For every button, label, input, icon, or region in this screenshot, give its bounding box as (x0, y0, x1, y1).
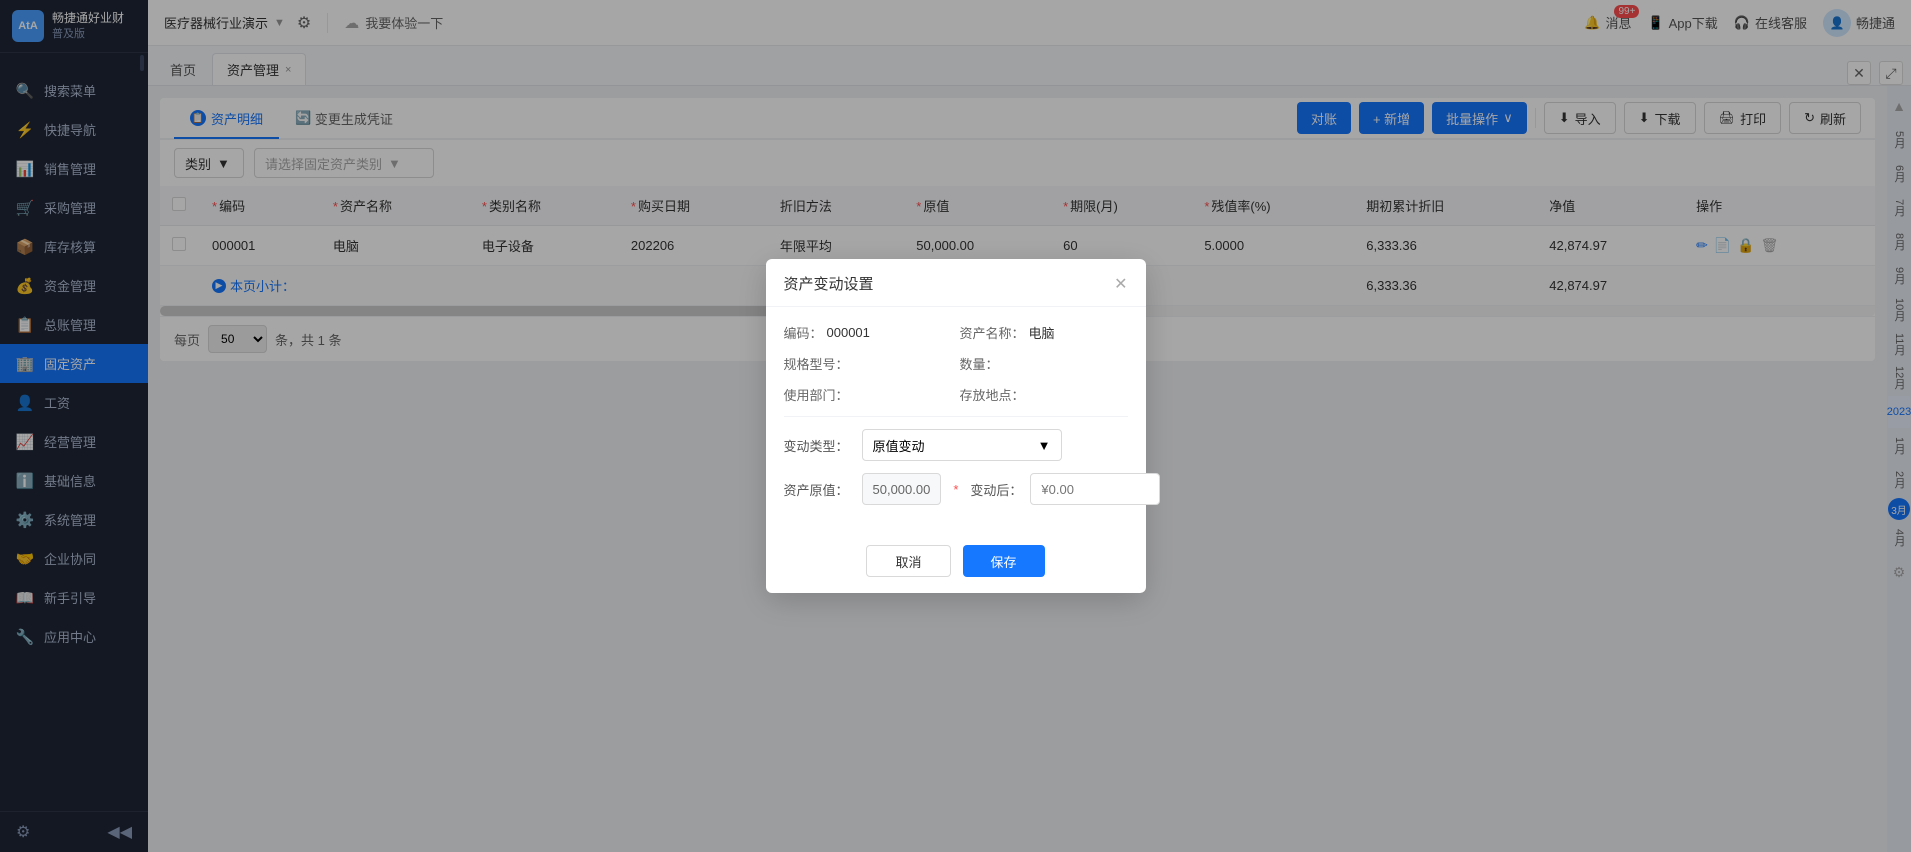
modal-close-btn[interactable]: ✕ (1114, 274, 1127, 294)
modal-field-asset-name: 资产名称： 电脑 (960, 323, 1128, 342)
modal-field-quantity: 数量： (960, 354, 1128, 373)
modal-divider (784, 416, 1128, 417)
cancel-button[interactable]: 取消 (866, 545, 950, 577)
modal-change-type-row: 变动类型： 原值变动 ▼ (784, 429, 1128, 461)
change-type-select[interactable]: 原值变动 ▼ (862, 429, 1062, 461)
modal-field-code: 编码： 000001 (784, 323, 952, 342)
original-value-input: 50,000.00 (862, 473, 942, 505)
modal-field-location: 存放地点： (960, 385, 1128, 404)
select-chevron-icon: ▼ (1038, 438, 1051, 453)
modal-value-row: 资产原值： 50,000.00 * 变动后： (784, 473, 1128, 505)
asset-change-modal: 资产变动设置 ✕ 编码： 000001 资产名称： 电脑 规格型号： (766, 259, 1146, 593)
modal-row-2: 规格型号： 数量： (784, 354, 1128, 373)
modal-overlay: 资产变动设置 ✕ 编码： 000001 资产名称： 电脑 规格型号： (0, 0, 1911, 852)
modal-field-department: 使用部门： (784, 385, 952, 404)
modal-header: 资产变动设置 ✕ (766, 259, 1146, 307)
after-value-input[interactable] (1030, 473, 1160, 505)
modal-title: 资产变动设置 (784, 273, 874, 294)
required-mark: * (953, 482, 958, 497)
modal-row-3: 使用部门： 存放地点： (784, 385, 1128, 404)
modal-row-1: 编码： 000001 资产名称： 电脑 (784, 323, 1128, 342)
modal-footer: 取消 保存 (766, 533, 1146, 593)
modal-field-spec: 规格型号： (784, 354, 952, 373)
modal-body: 编码： 000001 资产名称： 电脑 规格型号： 数量： (766, 307, 1146, 533)
save-button[interactable]: 保存 (963, 545, 1045, 577)
